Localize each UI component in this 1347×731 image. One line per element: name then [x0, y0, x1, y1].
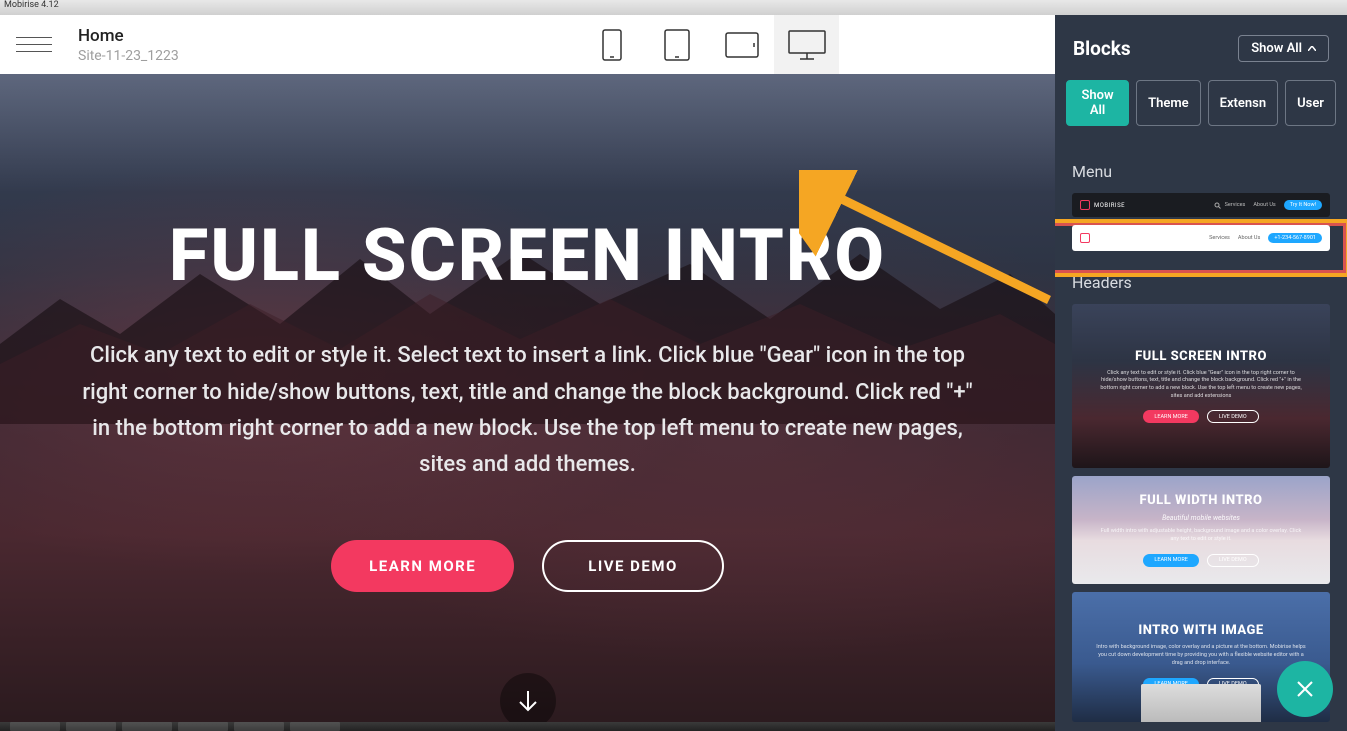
thumb-cta: +1-234-567-8901 [1268, 233, 1322, 243]
filter-row: Show All Theme Extensn User [1055, 80, 1347, 142]
menu-block-light-thumb[interactable]: Services About Us +1-234-567-8901 [1072, 225, 1330, 251]
thumb-link: Services [1209, 235, 1230, 241]
thumb-btn: LEARN MORE [1143, 554, 1198, 567]
thumb-brand: MOBIRISE [1094, 202, 1125, 209]
menu-block-dark-thumb[interactable]: MOBIRISE Services About Us Try It Now! [1072, 193, 1330, 217]
thumb-desc: Click any text to edit or style it. Clic… [1096, 370, 1306, 401]
top-bar: Home Site-11-23_1223 [0, 15, 1055, 74]
filter-theme[interactable]: Theme [1136, 80, 1201, 126]
thumb-subtitle: Beautiful mobile websites [1162, 514, 1240, 522]
sidebar-title: Blocks [1073, 37, 1131, 60]
live-demo-button[interactable]: LIVE DEMO [542, 540, 724, 592]
os-taskbar[interactable] [0, 722, 1055, 731]
close-panel-button[interactable] [1277, 661, 1333, 717]
thumb-link: Services [1225, 202, 1246, 208]
device-tablet-landscape-button[interactable] [709, 15, 774, 74]
hero-title[interactable]: FULL SCREEN INTRO [169, 213, 886, 298]
arrow-down-icon [515, 688, 541, 714]
thumb-desc: Intro with background image, color overl… [1096, 644, 1306, 667]
thumb-image-placeholder [1141, 684, 1261, 722]
thumb-link: About Us [1238, 235, 1260, 241]
showall-dropdown-label: Show All [1251, 41, 1302, 56]
thumb-btn: LIVE DEMO [1207, 410, 1259, 423]
window-titlebar: Mobirise 4.12 [0, 0, 1347, 15]
hero-block[interactable]: FULL SCREEN INTRO Click any text to edit… [0, 74, 1055, 731]
section-menu-label: Menu [1072, 162, 1330, 181]
device-phone-button[interactable] [579, 15, 644, 74]
header-block-thumb[interactable]: FULL SCREEN INTRO Click any text to edit… [1072, 304, 1330, 468]
hamburger-menu-button[interactable] [16, 37, 60, 52]
device-tablet-portrait-button[interactable] [644, 15, 709, 74]
tablet-portrait-icon [664, 29, 690, 61]
close-icon [1294, 678, 1316, 700]
thumb-desc: Full width intro with adjustable height,… [1096, 528, 1306, 543]
thumb-cta: Try It Now! [1284, 200, 1322, 210]
filter-user[interactable]: User [1285, 80, 1336, 126]
logo-icon [1080, 200, 1090, 210]
logo-icon [1080, 233, 1090, 243]
thumb-btn: LEARN MORE [1143, 410, 1198, 423]
scroll-down-button[interactable] [500, 673, 556, 729]
thumb-title: INTRO WITH IMAGE [1138, 623, 1263, 638]
filter-show-all[interactable]: Show All [1066, 80, 1129, 126]
device-desktop-button[interactable] [774, 15, 839, 74]
hero-description[interactable]: Click any text to edit or style it. Sele… [78, 338, 978, 483]
learn-more-button[interactable]: LEARN MORE [331, 540, 514, 592]
tablet-landscape-icon [725, 32, 759, 58]
hero-buttons: LEARN MORE LIVE DEMO [331, 540, 724, 592]
blocks-sidebar: Blocks Show All Show All Theme Extensn U… [1055, 15, 1347, 731]
canvas: FULL SCREEN INTRO Click any text to edit… [0, 74, 1055, 731]
blocks-list[interactable]: Menu MOBIRISE Services About Us Try It N… [1055, 142, 1347, 731]
device-switcher [579, 15, 839, 74]
thumb-title: FULL SCREEN INTRO [1135, 349, 1267, 364]
header-block-thumb[interactable]: FULL WIDTH INTRO Beautiful mobile websit… [1072, 476, 1330, 584]
thumb-title: FULL WIDTH INTRO [1139, 493, 1262, 508]
site-name: Site-11-23_1223 [78, 48, 179, 64]
thumb-link: About Us [1253, 202, 1275, 208]
filter-extension[interactable]: Extensn [1208, 80, 1278, 126]
search-icon [1214, 202, 1221, 209]
page-title: Home [78, 26, 179, 46]
sidebar-header: Blocks Show All [1055, 15, 1347, 80]
page-info: Home Site-11-23_1223 [78, 26, 179, 64]
section-headers-label: Headers [1072, 273, 1330, 292]
app-frame: Home Site-11-23_1223 [0, 15, 1347, 731]
desktop-icon [788, 30, 826, 60]
thumb-btn: LIVE DEMO [1207, 554, 1259, 567]
showall-dropdown[interactable]: Show All [1238, 35, 1329, 62]
main-area: Home Site-11-23_1223 [0, 15, 1055, 731]
chevron-up-icon [1308, 46, 1316, 51]
phone-icon [602, 29, 622, 61]
